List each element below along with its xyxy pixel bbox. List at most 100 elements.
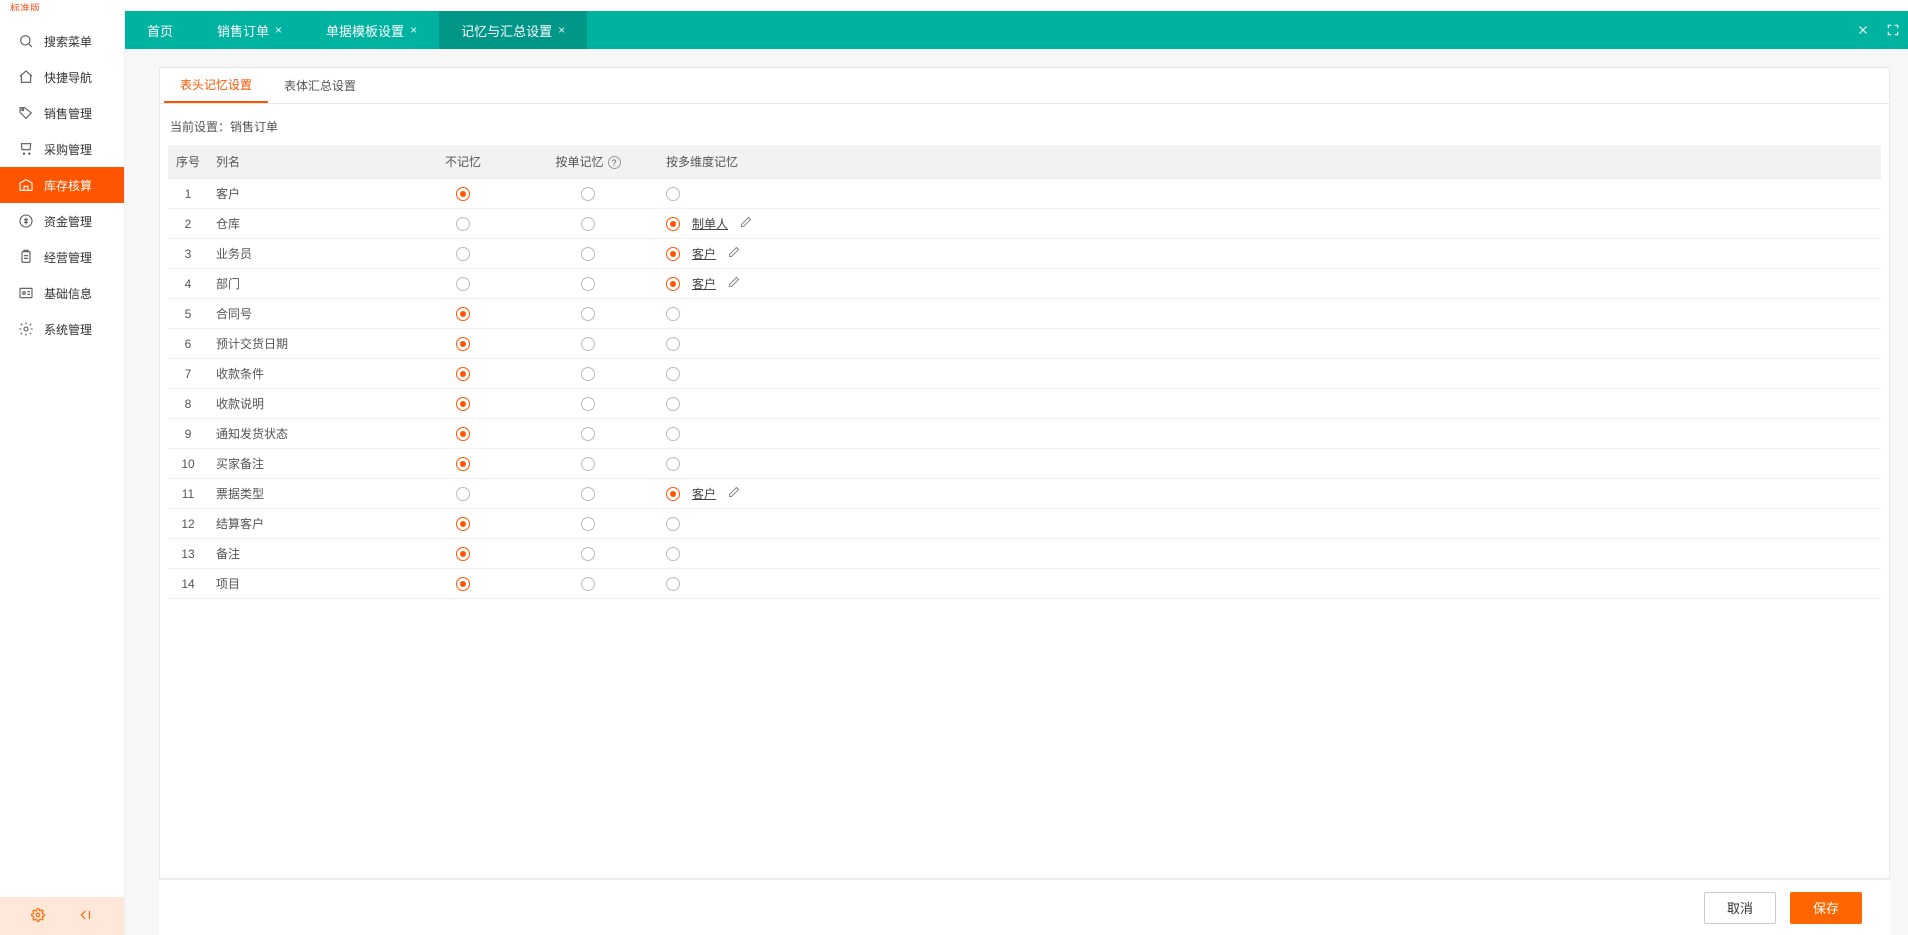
- radio-by-bill[interactable]: [581, 397, 595, 411]
- edit-icon[interactable]: [728, 246, 740, 261]
- radio-by-bill[interactable]: [581, 487, 595, 501]
- radio-no-memory[interactable]: [456, 487, 470, 501]
- tab-0[interactable]: 首页: [125, 11, 195, 49]
- gear-icon: [18, 321, 34, 337]
- radio-by-dim[interactable]: [666, 457, 680, 471]
- sidebar-item-3[interactable]: 采购管理: [0, 131, 124, 167]
- cancel-button[interactable]: 取消: [1704, 892, 1776, 924]
- tab-1[interactable]: 销售订单×: [195, 11, 304, 49]
- coin-icon: [18, 213, 34, 229]
- edit-icon[interactable]: [728, 276, 740, 291]
- radio-no-memory[interactable]: [456, 427, 470, 441]
- radio-no-memory[interactable]: [456, 367, 470, 381]
- radio-by-dim[interactable]: [666, 517, 680, 531]
- gear-icon[interactable]: [31, 908, 45, 925]
- table-row: 4部门客户: [168, 269, 1881, 299]
- radio-no-memory[interactable]: [456, 517, 470, 531]
- radio-by-bill[interactable]: [581, 457, 595, 471]
- table-row: 7收款条件: [168, 359, 1881, 389]
- home-icon: [18, 69, 34, 85]
- sidebar-item-label: 资金管理: [44, 213, 92, 230]
- radio-by-dim[interactable]: [666, 487, 680, 501]
- radio-by-dim[interactable]: [666, 187, 680, 201]
- sidebar-item-2[interactable]: 销售管理: [0, 95, 124, 131]
- memory-settings-table: 序号 列名 不记忆 按单记忆? 按多维度记忆 1客户2仓库制单人3业务员客户4部…: [168, 145, 1881, 599]
- radio-no-memory[interactable]: [456, 187, 470, 201]
- radio-by-dim[interactable]: [666, 427, 680, 441]
- radio-by-bill[interactable]: [581, 577, 595, 591]
- radio-no-memory[interactable]: [456, 247, 470, 261]
- sidebar: 搜索菜单快捷导航销售管理采购管理库存核算资金管理经营管理基础信息系统管理: [0, 11, 125, 935]
- radio-by-bill[interactable]: [581, 247, 595, 261]
- col-by-dim: 按多维度记忆: [658, 145, 1881, 179]
- id-icon: [18, 285, 34, 301]
- radio-by-dim[interactable]: [666, 247, 680, 261]
- tab-3[interactable]: 记忆与汇总设置×: [439, 11, 587, 49]
- close-icon[interactable]: ×: [410, 23, 417, 37]
- radio-by-bill[interactable]: [581, 517, 595, 531]
- edit-icon[interactable]: [728, 486, 740, 501]
- current-setting-row: 当前设置：销售订单: [160, 104, 1889, 145]
- radio-no-memory[interactable]: [456, 547, 470, 561]
- radio-by-dim[interactable]: [666, 217, 680, 231]
- radio-by-bill[interactable]: [581, 367, 595, 381]
- cell-name: 预计交货日期: [208, 329, 408, 359]
- cell-index: 11: [168, 479, 208, 509]
- radio-by-dim[interactable]: [666, 277, 680, 291]
- radio-no-memory[interactable]: [456, 577, 470, 591]
- table-row: 13备注: [168, 539, 1881, 569]
- radio-by-bill[interactable]: [581, 217, 595, 231]
- collapse-icon[interactable]: [79, 908, 93, 925]
- radio-by-bill[interactable]: [581, 427, 595, 441]
- sidebar-item-label: 快捷导航: [44, 69, 92, 86]
- radio-by-dim[interactable]: [666, 367, 680, 381]
- close-icon[interactable]: ×: [558, 23, 565, 37]
- dim-value[interactable]: 客户: [692, 245, 716, 262]
- current-setting-label: 当前设置：: [170, 120, 230, 134]
- help-icon[interactable]: ?: [608, 156, 621, 169]
- cell-name: 买家备注: [208, 449, 408, 479]
- col-by-bill: 按单记忆?: [518, 145, 658, 179]
- dim-value[interactable]: 客户: [692, 485, 716, 502]
- sidebar-item-7[interactable]: 基础信息: [0, 275, 124, 311]
- radio-by-dim[interactable]: [666, 577, 680, 591]
- sidebar-item-4[interactable]: 库存核算: [0, 167, 124, 203]
- radio-by-bill[interactable]: [581, 187, 595, 201]
- close-icon[interactable]: ×: [275, 23, 282, 37]
- radio-no-memory[interactable]: [456, 217, 470, 231]
- subtab-0[interactable]: 表头记忆设置: [164, 68, 268, 103]
- sidebar-item-label: 系统管理: [44, 321, 92, 338]
- settings-panel: 表头记忆设置表体汇总设置 当前设置：销售订单 序号 列名 不记忆 按单记忆?: [159, 67, 1890, 879]
- tab-label: 首页: [147, 21, 173, 40]
- tabbar-close-button[interactable]: [1848, 11, 1878, 49]
- sidebar-item-0[interactable]: 搜索菜单: [0, 23, 124, 59]
- radio-no-memory[interactable]: [456, 277, 470, 291]
- sidebar-item-8[interactable]: 系统管理: [0, 311, 124, 347]
- cell-index: 6: [168, 329, 208, 359]
- cell-index: 1: [168, 179, 208, 209]
- radio-by-dim[interactable]: [666, 307, 680, 321]
- radio-by-dim[interactable]: [666, 397, 680, 411]
- edit-icon[interactable]: [740, 216, 752, 231]
- radio-by-bill[interactable]: [581, 337, 595, 351]
- dim-value[interactable]: 客户: [692, 275, 716, 292]
- radio-by-dim[interactable]: [666, 337, 680, 351]
- save-button[interactable]: 保存: [1790, 892, 1862, 924]
- subtab-1[interactable]: 表体汇总设置: [268, 68, 372, 103]
- sidebar-item-6[interactable]: 经营管理: [0, 239, 124, 275]
- sidebar-item-1[interactable]: 快捷导航: [0, 59, 124, 95]
- dim-value[interactable]: 制单人: [692, 215, 728, 232]
- sidebar-item-5[interactable]: 资金管理: [0, 203, 124, 239]
- radio-by-bill[interactable]: [581, 277, 595, 291]
- radio-by-bill[interactable]: [581, 547, 595, 561]
- tag-icon: [18, 105, 34, 121]
- cell-index: 5: [168, 299, 208, 329]
- fullscreen-button[interactable]: [1878, 11, 1908, 49]
- tab-2[interactable]: 单据模板设置×: [304, 11, 439, 49]
- radio-by-dim[interactable]: [666, 547, 680, 561]
- radio-by-bill[interactable]: [581, 307, 595, 321]
- radio-no-memory[interactable]: [456, 337, 470, 351]
- radio-no-memory[interactable]: [456, 307, 470, 321]
- radio-no-memory[interactable]: [456, 397, 470, 411]
- radio-no-memory[interactable]: [456, 457, 470, 471]
